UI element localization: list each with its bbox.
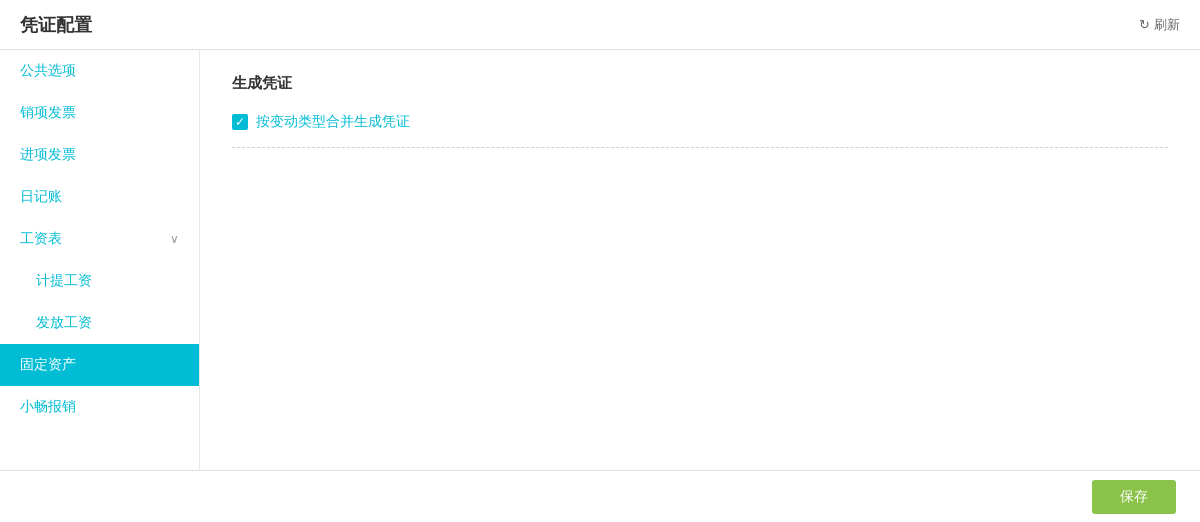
sidebar-item-payroll-table[interactable]: 工资表 ∨: [0, 218, 199, 260]
section-title: 生成凭证: [232, 74, 1168, 93]
header: 凭证配置 ↻ 刷新: [0, 0, 1200, 50]
sidebar-item-label: 进项发票: [20, 146, 76, 164]
sidebar-item-expense[interactable]: 小畅报销: [0, 386, 199, 428]
refresh-button[interactable]: ↻ 刷新: [1139, 16, 1180, 34]
sidebar-item-label: 公共选项: [20, 62, 76, 80]
checkbox-label: 按变动类型合并生成凭证: [256, 113, 410, 131]
sidebar-item-payroll-accrual[interactable]: 计提工资: [0, 260, 199, 302]
refresh-icon: ↻: [1139, 17, 1150, 32]
section-divider: [232, 147, 1168, 148]
sidebar-item-label: 工资表: [20, 230, 62, 248]
sidebar-item-payroll-disbursement[interactable]: 发放工资: [0, 302, 199, 344]
footer: 保存: [0, 470, 1200, 522]
main-content: 生成凭证 按变动类型合并生成凭证: [200, 50, 1200, 470]
sidebar-item-journal[interactable]: 日记账: [0, 176, 199, 218]
checkbox-row: 按变动类型合并生成凭证: [232, 113, 1168, 131]
sidebar-item-label: 固定资产: [20, 356, 76, 374]
merge-checkbox[interactable]: [232, 114, 248, 130]
sidebar-item-label: 日记账: [20, 188, 62, 206]
sidebar-item-purchase-invoice[interactable]: 进项发票: [0, 134, 199, 176]
page-wrapper: 凭证配置 ↻ 刷新 公共选项销项发票进项发票日记账工资表 ∨ 计提工资发放工资固定资…: [0, 0, 1200, 522]
sidebar-item-sales-invoice[interactable]: 销项发票: [0, 92, 199, 134]
chevron-down-icon: ∨: [170, 232, 179, 246]
body: 公共选项销项发票进项发票日记账工资表 ∨ 计提工资发放工资固定资产小畅报销 生成凭证…: [0, 50, 1200, 470]
sidebar: 公共选项销项发票进项发票日记账工资表 ∨ 计提工资发放工资固定资产小畅报销: [0, 50, 200, 470]
save-button[interactable]: 保存: [1092, 480, 1176, 514]
sidebar-item-fixed-assets[interactable]: 固定资产: [0, 344, 199, 386]
sidebar-item-label: 小畅报销: [20, 398, 76, 416]
sidebar-item-label: 计提工资: [36, 272, 92, 290]
refresh-label: 刷新: [1154, 16, 1180, 34]
page-title: 凭证配置: [20, 13, 92, 37]
sidebar-item-label: 销项发票: [20, 104, 76, 122]
sidebar-item-label: 发放工资: [36, 314, 92, 332]
sidebar-item-public[interactable]: 公共选项: [0, 50, 199, 92]
